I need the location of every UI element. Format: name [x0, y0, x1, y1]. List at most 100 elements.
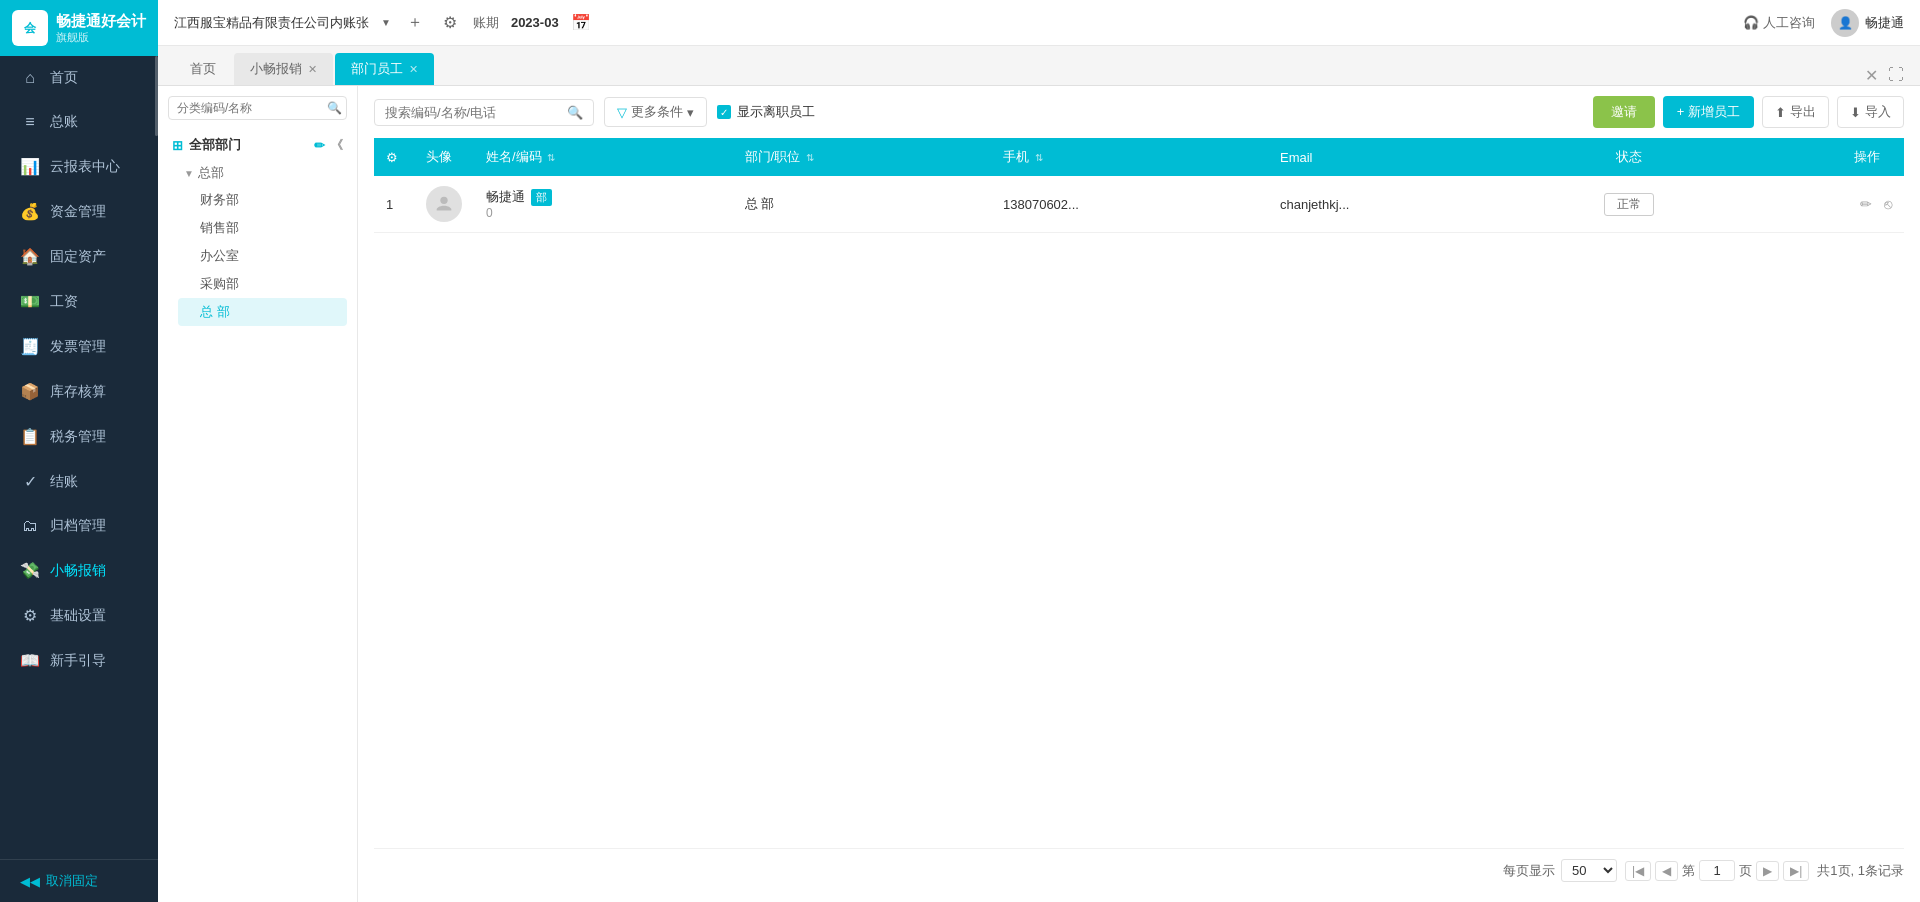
dept-child-finance[interactable]: 财务部	[178, 186, 347, 214]
sidebar-item-label: 首页	[50, 69, 78, 87]
sidebar-item-label: 库存核算	[50, 383, 106, 401]
user-name: 畅捷通	[1865, 14, 1904, 32]
main-content: 江西服宝精品有限责任公司内账张 ▼ ＋ ⚙ 账期 2023-03 📅 🎧 人工咨…	[158, 0, 1920, 902]
company-dropdown-icon[interactable]: ▼	[381, 17, 391, 28]
page-input[interactable]	[1699, 860, 1735, 881]
tab-dept-employee-close[interactable]: ✕	[409, 63, 418, 76]
sidebar-item-archive[interactable]: 🗂 归档管理	[0, 504, 158, 548]
status-badge: 正常	[1604, 193, 1654, 216]
dept-child-general[interactable]: 总 部	[178, 298, 347, 326]
salary-icon: 💵	[20, 292, 40, 311]
period-value[interactable]: 2023-03	[511, 15, 559, 30]
settings-button[interactable]: ⚙	[439, 9, 461, 36]
tab-reimbursement[interactable]: 小畅报销 ✕	[234, 53, 333, 85]
window-close-icon[interactable]: ✕	[1865, 66, 1878, 85]
dept-edit-icon[interactable]: ✏	[314, 138, 325, 153]
per-page-control: 每页显示 50 100 200	[1503, 859, 1617, 882]
th-settings[interactable]: ⚙	[374, 138, 414, 176]
dept-search-icon[interactable]: 🔍	[327, 101, 342, 115]
employee-search-box[interactable]: 🔍	[374, 99, 594, 126]
fund-icon: 💰	[20, 202, 40, 221]
dept-child-sales[interactable]: 销售部	[178, 214, 347, 242]
sidebar-item-fund[interactable]: 💰 资金管理	[0, 189, 158, 234]
page-navigation: |◀ ◀ 第 页 ▶ ▶|	[1625, 860, 1809, 881]
employee-search-input[interactable]	[385, 105, 567, 120]
import-button[interactable]: ⬇ 导入	[1837, 96, 1904, 128]
last-page-button[interactable]: ▶|	[1783, 861, 1809, 881]
archive-icon: 🗂	[20, 517, 40, 535]
sidebar-item-home[interactable]: ⌂ 首页	[0, 56, 158, 100]
asset-icon: 🏠	[20, 247, 40, 266]
employee-search-icon[interactable]: 🔍	[567, 105, 583, 120]
show-resigned-toggle[interactable]: ✓ 显示离职员工	[717, 103, 815, 121]
show-resigned-checkbox[interactable]: ✓	[717, 105, 731, 119]
sidebar-item-label: 固定资产	[50, 248, 106, 266]
customer-service-button[interactable]: 🎧 人工咨询	[1743, 14, 1815, 32]
sidebar-nav: ⌂ 首页 ≡ 总账 📊 云报表中心 💰 资金管理 🏠 固定资产 💵 工资 🧾 发…	[0, 56, 158, 859]
sidebar-item-label: 资金管理	[50, 203, 106, 221]
th-actions: 操作	[1732, 138, 1904, 176]
edit-icon[interactable]: ✏	[1860, 196, 1872, 212]
tab-dept-employee[interactable]: 部门员工 ✕	[335, 53, 434, 85]
sidebar-item-tax[interactable]: 📋 税务管理	[0, 414, 158, 459]
reports-icon: 📊	[20, 157, 40, 176]
dept-parent-general[interactable]: ▼ 总部	[178, 160, 347, 186]
dept-search-box[interactable]: 🔍	[168, 96, 347, 120]
th-dept[interactable]: 部门/职位 ⇅	[733, 138, 992, 176]
window-expand-icon[interactable]: ⛶	[1888, 66, 1904, 85]
sidebar-item-inventory[interactable]: 📦 库存核算	[0, 369, 158, 414]
first-page-button[interactable]: |◀	[1625, 861, 1651, 881]
tab-home[interactable]: 首页	[174, 53, 232, 85]
add-employee-button[interactable]: + 新增员工	[1663, 96, 1754, 128]
th-name[interactable]: 姓名/编码 ⇅	[474, 138, 733, 176]
sidebar-item-invoice[interactable]: 🧾 发票管理	[0, 324, 158, 369]
next-page-button[interactable]: ▶	[1756, 861, 1779, 881]
unpin-button[interactable]: ◀◀ 取消固定	[0, 859, 158, 902]
tax-icon: 📋	[20, 427, 40, 446]
tab-reimbursement-close[interactable]: ✕	[308, 63, 317, 76]
company-name[interactable]: 江西服宝精品有限责任公司内账张	[174, 14, 369, 32]
page-unit: 页	[1739, 862, 1752, 880]
calendar-icon[interactable]: 📅	[571, 13, 591, 32]
export-button[interactable]: ⬆ 导出	[1762, 96, 1829, 128]
logout-icon[interactable]: ⎋	[1884, 196, 1892, 212]
sidebar-item-reimbursement[interactable]: 💸 小畅报销	[0, 548, 158, 593]
sidebar-item-new-guide[interactable]: 📖 新手引导	[0, 638, 158, 683]
dept-child-purchasing[interactable]: 采购部	[178, 270, 347, 298]
employee-code: 0	[486, 206, 721, 220]
prev-page-button[interactable]: ◀	[1655, 861, 1678, 881]
sidebar-item-reports[interactable]: 📊 云报表中心	[0, 144, 158, 189]
th-phone[interactable]: 手机 ⇅	[991, 138, 1268, 176]
add-company-button[interactable]: ＋	[403, 8, 427, 37]
action-icons: ✏ ⎋	[1744, 196, 1892, 212]
all-departments-header[interactable]: ⊞ 全部部门 ✏ 《	[168, 130, 347, 160]
sidebar-item-label: 税务管理	[50, 428, 106, 446]
sidebar-item-checkout[interactable]: ✓ 结账	[0, 459, 158, 504]
sidebar-item-ledger[interactable]: ≡ 总账	[0, 100, 158, 144]
dept-child-office[interactable]: 办公室	[178, 242, 347, 270]
dept-collapse-icon[interactable]: 《	[331, 137, 343, 154]
sidebar-item-basic-settings[interactable]: ⚙ 基础设置	[0, 593, 158, 638]
sidebar-item-fixed-asset[interactable]: 🏠 固定资产	[0, 234, 158, 279]
per-page-label: 每页显示	[1503, 862, 1555, 880]
sidebar-item-salary[interactable]: 💵 工资	[0, 279, 158, 324]
cell-name: 畅捷通 部 0	[474, 176, 733, 233]
unpin-icon: ◀◀	[20, 874, 40, 889]
filter-button[interactable]: ▽ 更多条件 ▾	[604, 97, 707, 127]
sidebar: 会 畅捷通好会计 旗舰版 ⌂ 首页 ≡ 总账 📊 云报表中心 💰 资金管理 🏠 …	[0, 0, 158, 902]
employee-table-container: ⚙ 头像 姓名/编码 ⇅ 部门/职位 ⇅ 手机 ⇅ Email 状态 操作 1	[374, 138, 1904, 840]
avatar: 👤	[1831, 9, 1859, 37]
sidebar-item-label: 基础设置	[50, 607, 106, 625]
column-settings-icon[interactable]: ⚙	[386, 150, 398, 165]
invite-button[interactable]: 邀请	[1593, 96, 1655, 128]
user-profile[interactable]: 👤 畅捷通	[1831, 9, 1904, 37]
th-status: 状态	[1527, 138, 1732, 176]
toolbar-right: 邀请 + 新增员工 ⬆ 导出 ⬇ 导入	[1593, 96, 1904, 128]
per-page-select[interactable]: 50 100 200	[1561, 859, 1617, 882]
cell-phone: 138070602...	[991, 176, 1268, 233]
dept-search-input[interactable]	[177, 101, 327, 115]
name-sort-icon: ⇅	[547, 152, 555, 163]
header-right: 🎧 人工咨询 👤 畅捷通	[1743, 9, 1904, 37]
filter-arrow-icon: ▾	[687, 105, 694, 120]
tab-reimbursement-label: 小畅报销	[250, 60, 302, 78]
